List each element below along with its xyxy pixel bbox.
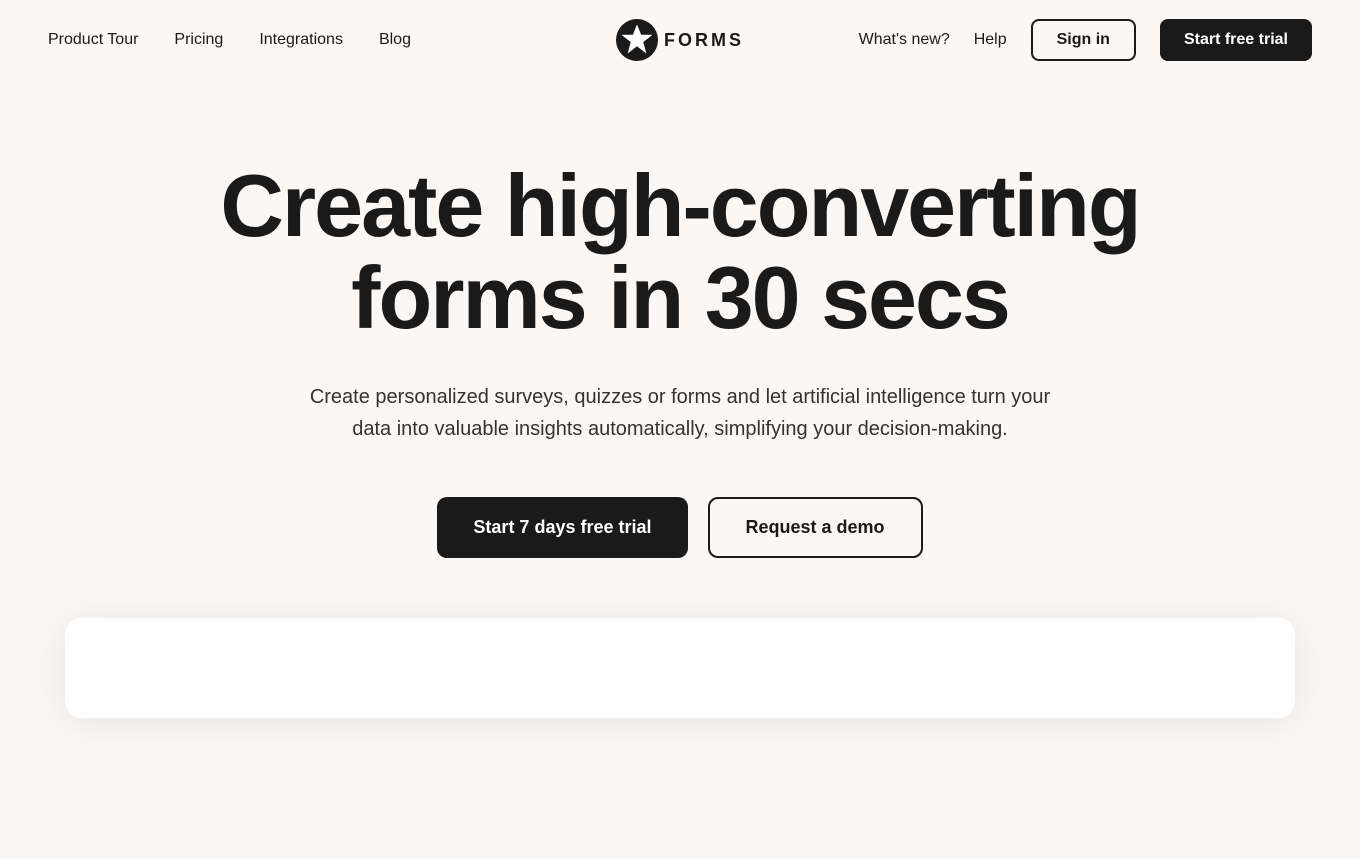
hero-title: Create high-converting forms in 30 secs [220, 160, 1139, 345]
product-preview-card [65, 618, 1295, 718]
start-trial-hero-button[interactable]: Start 7 days free trial [437, 497, 687, 558]
navbar: Product Tour Pricing Integrations Blog F… [0, 0, 1360, 80]
logo-text: FORMS [664, 30, 744, 51]
logo-icon [616, 19, 658, 61]
nav-product-tour[interactable]: Product Tour [48, 31, 138, 49]
logo[interactable]: FORMS [616, 19, 744, 61]
nav-left: Product Tour Pricing Integrations Blog [48, 31, 411, 49]
hero-subtitle: Create personalized surveys, quizzes or … [290, 381, 1070, 445]
hero-buttons: Start 7 days free trial Request a demo [437, 497, 922, 558]
nav-whats-new[interactable]: What's new? [859, 31, 950, 49]
nav-help[interactable]: Help [974, 31, 1007, 49]
nav-pricing[interactable]: Pricing [174, 31, 223, 49]
hero-title-line1: Create high-converting [220, 156, 1139, 255]
signin-button[interactable]: Sign in [1031, 19, 1136, 61]
nav-blog[interactable]: Blog [379, 31, 411, 49]
start-trial-nav-button[interactable]: Start free trial [1160, 19, 1312, 61]
request-demo-button[interactable]: Request a demo [708, 497, 923, 558]
nav-right: What's new? Help Sign in Start free tria… [859, 19, 1312, 61]
hero-section: Create high-converting forms in 30 secs … [0, 80, 1360, 778]
hero-title-line2: forms in 30 secs [351, 248, 1009, 347]
nav-integrations[interactable]: Integrations [259, 31, 343, 49]
